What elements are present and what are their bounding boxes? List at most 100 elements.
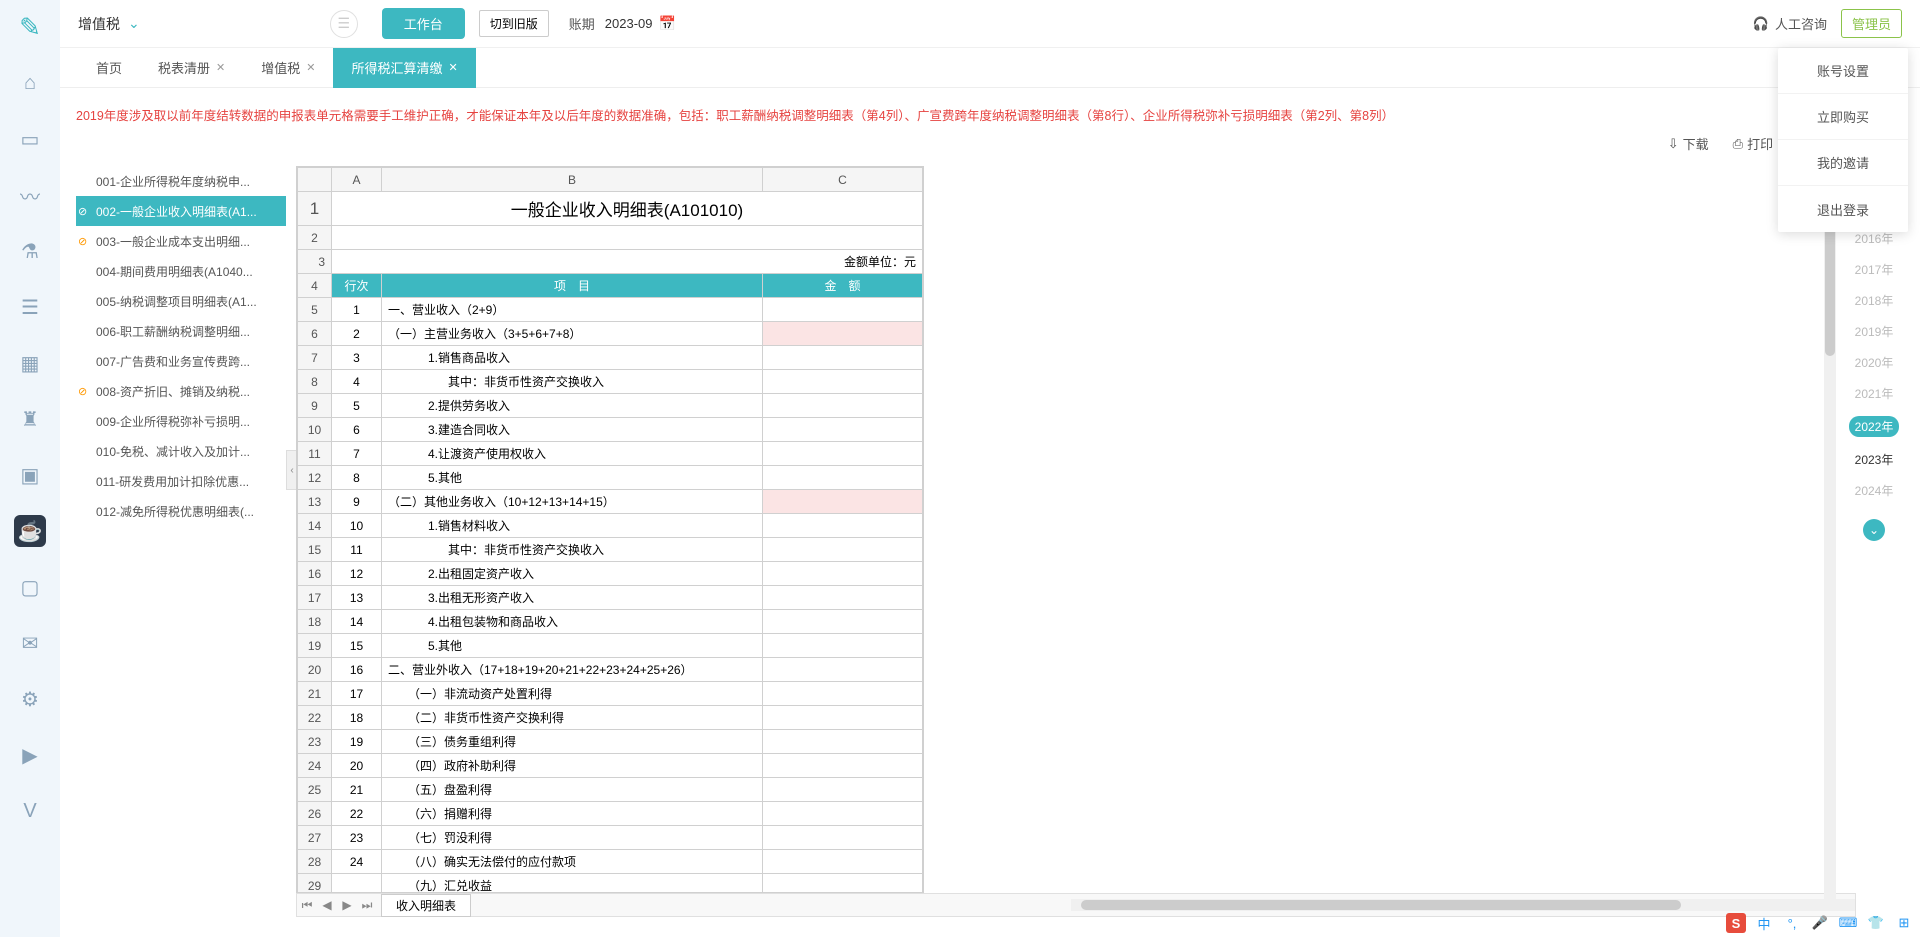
row-num[interactable]: 20 bbox=[332, 754, 382, 778]
period-value[interactable]: 2023-09 bbox=[605, 16, 653, 31]
tab-3[interactable]: 所得税汇算清缴✕ bbox=[333, 48, 475, 88]
tab-1[interactable]: 税表清册✕ bbox=[140, 48, 243, 88]
row-amount[interactable] bbox=[763, 370, 923, 394]
org-name[interactable]: 增值税 bbox=[78, 14, 120, 34]
row-num[interactable]: 3 bbox=[332, 346, 382, 370]
sheet-nav-last-icon[interactable]: ⏭ bbox=[357, 898, 377, 913]
year-2017年[interactable]: 2017年 bbox=[1855, 261, 1894, 278]
row-num[interactable]: 5 bbox=[332, 394, 382, 418]
row-amount[interactable] bbox=[763, 442, 923, 466]
row-num[interactable]: 2 bbox=[332, 322, 382, 346]
row-num[interactable]: 17 bbox=[332, 682, 382, 706]
dropdown-item-1[interactable]: 立即购买 bbox=[1778, 94, 1908, 140]
row-num[interactable]: 1 bbox=[332, 298, 382, 322]
row-item[interactable]: 4.让渡资产使用权收入 bbox=[382, 442, 763, 466]
nav-grid-icon[interactable]: ▣ bbox=[14, 459, 46, 491]
nav-doc-icon[interactable]: ▭ bbox=[14, 123, 46, 155]
row-amount[interactable] bbox=[763, 322, 923, 346]
row-amount[interactable] bbox=[763, 706, 923, 730]
row-amount[interactable] bbox=[763, 658, 923, 682]
nav-inbox-icon[interactable]: ✉ bbox=[14, 627, 46, 659]
row-item[interactable]: （一）非流动资产处置利得 bbox=[382, 682, 763, 706]
row-item[interactable]: 3.建造合同收入 bbox=[382, 418, 763, 442]
ime-skin-icon[interactable]: 👕 bbox=[1866, 913, 1886, 933]
nav-archive-icon[interactable]: ▢ bbox=[14, 571, 46, 603]
sogou-ime-icon[interactable]: S bbox=[1726, 913, 1746, 933]
form-item-5[interactable]: 006-职工薪酬纳税调整明细... bbox=[76, 316, 286, 346]
consult-link[interactable]: 🎧 人工咨询 bbox=[1753, 14, 1827, 33]
nav-video-icon[interactable]: ▶ bbox=[14, 739, 46, 771]
row-item[interactable]: 3.出租无形资产收入 bbox=[382, 586, 763, 610]
sheet-nav-prev-icon[interactable]: ◀ bbox=[317, 898, 337, 913]
row-amount[interactable] bbox=[763, 610, 923, 634]
row-item[interactable]: 二、营业外收入（17+18+19+20+21+22+23+24+25+26） bbox=[382, 658, 763, 682]
row-num[interactable]: 8 bbox=[332, 466, 382, 490]
year-2019年[interactable]: 2019年 bbox=[1855, 323, 1894, 340]
row-item[interactable]: 1.销售商品收入 bbox=[382, 346, 763, 370]
dropdown-item-3[interactable]: 退出登录 bbox=[1778, 186, 1908, 232]
form-item-4[interactable]: 005-纳税调整项目明细表(A1... bbox=[76, 286, 286, 316]
row-item[interactable]: 5.其他 bbox=[382, 466, 763, 490]
row-num[interactable]: 24 bbox=[332, 850, 382, 874]
row-amount[interactable] bbox=[763, 850, 923, 874]
row-amount[interactable] bbox=[763, 778, 923, 802]
row-item[interactable]: （三）债务重组利得 bbox=[382, 730, 763, 754]
ime-mic-icon[interactable]: 🎤 bbox=[1810, 913, 1830, 933]
tab-2[interactable]: 增值税✕ bbox=[243, 48, 333, 88]
hscroll-thumb[interactable] bbox=[1081, 900, 1681, 910]
org-chevron-icon[interactable]: ⌄ bbox=[128, 15, 140, 32]
row-item[interactable]: （七）罚没利得 bbox=[382, 826, 763, 850]
row-amount[interactable] bbox=[763, 514, 923, 538]
row-amount[interactable] bbox=[763, 418, 923, 442]
nav-tax-icon[interactable]: ☕ bbox=[14, 515, 46, 547]
row-item[interactable]: 2.出租固定资产收入 bbox=[382, 562, 763, 586]
nav-chart-icon[interactable]: 〰 bbox=[14, 179, 46, 211]
row-item[interactable]: （二）非货币性资产交换利得 bbox=[382, 706, 763, 730]
row-item[interactable]: （五）盘盈利得 bbox=[382, 778, 763, 802]
nav-settings-icon[interactable]: ⚙ bbox=[14, 683, 46, 715]
row-item[interactable]: 其中：非货币性资产交换收入 bbox=[382, 370, 763, 394]
form-item-6[interactable]: 007-广告费和业务宣传费跨... bbox=[76, 346, 286, 376]
row-num[interactable]: 10 bbox=[332, 514, 382, 538]
row-num[interactable]: 18 bbox=[332, 706, 382, 730]
row-amount[interactable] bbox=[763, 682, 923, 706]
tab-0[interactable]: 首页 bbox=[78, 48, 140, 88]
row-amount[interactable] bbox=[763, 346, 923, 370]
row-item[interactable]: （六）捐赠利得 bbox=[382, 802, 763, 826]
row-amount[interactable] bbox=[763, 802, 923, 826]
row-item[interactable]: 5.其他 bbox=[382, 634, 763, 658]
row-num[interactable]: 14 bbox=[332, 610, 382, 634]
admin-button[interactable]: 管理员 bbox=[1841, 9, 1902, 38]
form-item-7[interactable]: ⊘008-资产折旧、摊销及纳税... bbox=[76, 376, 286, 406]
spreadsheet[interactable]: ABC1一般企业收入明细表(A101010)23金额单位：元4行次项 目金 额5… bbox=[296, 166, 924, 893]
row-num[interactable] bbox=[332, 874, 382, 894]
row-item[interactable]: （一）主营业务收入（3+5+6+7+8） bbox=[382, 322, 763, 346]
form-item-0[interactable]: 001-企业所得税年度纳税申... bbox=[76, 166, 286, 196]
nav-shirt-icon[interactable]: ♜ bbox=[14, 403, 46, 435]
row-amount[interactable] bbox=[763, 586, 923, 610]
year-2022年[interactable]: 2022年 bbox=[1849, 416, 1900, 437]
form-item-3[interactable]: 004-期间费用明细表(A1040... bbox=[76, 256, 286, 286]
row-item[interactable]: 其中：非货币性资产交换收入 bbox=[382, 538, 763, 562]
year-2016年[interactable]: 2016年 bbox=[1855, 230, 1894, 247]
row-item[interactable]: （二）其他业务收入（10+12+13+14+15） bbox=[382, 490, 763, 514]
row-num[interactable]: 6 bbox=[332, 418, 382, 442]
workbench-button[interactable]: 工作台 bbox=[382, 8, 465, 39]
row-item[interactable]: 4.出租包装物和商品收入 bbox=[382, 610, 763, 634]
year-scroll-down-icon[interactable]: ⌄ bbox=[1863, 519, 1885, 541]
sheet-nav-next-icon[interactable]: ▶ bbox=[337, 898, 357, 913]
year-2020年[interactable]: 2020年 bbox=[1855, 354, 1894, 371]
row-num[interactable]: 4 bbox=[332, 370, 382, 394]
row-item[interactable]: （八）确实无法偿付的应付款项 bbox=[382, 850, 763, 874]
row-amount[interactable] bbox=[763, 490, 923, 514]
sheet-tab[interactable]: 收入明细表 bbox=[381, 894, 471, 917]
ime-lang-icon[interactable]: 中 bbox=[1754, 913, 1774, 933]
print-button[interactable]: ⎙打印 bbox=[1733, 134, 1773, 153]
nav-bag-icon[interactable]: ⚗ bbox=[14, 235, 46, 267]
year-2024年[interactable]: 2024年 bbox=[1855, 482, 1894, 499]
sheet-nav-first-icon[interactable]: ⏮ bbox=[297, 898, 317, 913]
nav-v-icon[interactable]: V bbox=[14, 795, 46, 827]
horizontal-scrollbar[interactable] bbox=[1071, 899, 1855, 911]
row-item[interactable]: （四）政府补助利得 bbox=[382, 754, 763, 778]
ime-keyboard-icon[interactable]: ⌨ bbox=[1838, 913, 1858, 933]
